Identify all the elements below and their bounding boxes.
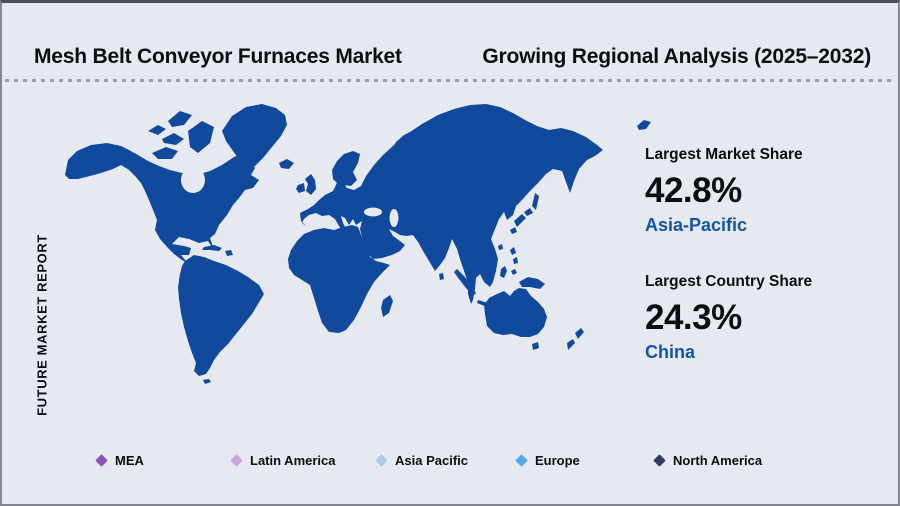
legend-label: MEA: [115, 452, 144, 468]
legend-label: North America: [673, 452, 763, 468]
dotted-divider: [5, 79, 895, 82]
map-new-guinea: [519, 277, 545, 289]
map-south-america: [178, 255, 264, 384]
stat-country-share: Largest Country Share 24.3% China: [645, 273, 885, 363]
map-scandinavia: [332, 151, 360, 186]
map-black-sea: [364, 207, 382, 217]
stat-label: Largest Country Share: [645, 273, 813, 290]
diamond-marker-icon: [653, 453, 666, 467]
page-title: Mesh Belt Conveyor Furnaces Market: [34, 45, 402, 68]
map-new-zealand: [567, 328, 584, 350]
diamond-marker-icon: [375, 453, 388, 467]
stat-region: Asia-Pacific: [645, 215, 748, 235]
legend-item-asia-pacific: Asia Pacific: [375, 452, 468, 468]
legend-label: Latin America: [250, 452, 336, 468]
map-caspian-sea: [389, 209, 399, 227]
map-northeast-islands: [637, 120, 651, 130]
page-subtitle: Growing Regional Analysis (2025–2032): [482, 45, 871, 68]
legend-label: Asia Pacific: [395, 452, 468, 468]
stats-panel: Largest Market Share 42.8% Asia-Pacific …: [645, 146, 885, 363]
legend-item-mea: MEA: [95, 452, 144, 468]
legend-item-europe: Europe: [515, 452, 580, 468]
stat-label: Largest Market Share: [645, 146, 803, 163]
map-british-isles: [296, 174, 316, 195]
infographic-canvas: Mesh Belt Conveyor Furnaces Market Growi…: [0, 0, 900, 506]
map-australia: [484, 288, 547, 350]
legend-item-latin-america: Latin America: [230, 452, 336, 468]
map-madagascar: [381, 295, 393, 317]
diamond-marker-icon: [95, 453, 108, 467]
stat-value: 42.8%: [645, 171, 742, 210]
map-caribbean: [202, 245, 233, 256]
stat-value: 24.3%: [645, 298, 742, 337]
map-iceland: [279, 159, 294, 169]
stat-region: China: [645, 342, 696, 362]
brand-watermark: FUTURE MARKET REPORT: [34, 234, 50, 416]
diamond-marker-icon: [230, 453, 243, 467]
legend-label: Europe: [535, 452, 580, 468]
diamond-marker-icon: [515, 453, 528, 467]
legend-item-north-america: North America: [653, 452, 763, 468]
map-arctic-islands: [148, 111, 214, 159]
stat-market-share: Largest Market Share 42.8% Asia-Pacific: [645, 146, 885, 236]
world-map: [65, 104, 651, 384]
map-hudson-bay: [181, 167, 205, 193]
